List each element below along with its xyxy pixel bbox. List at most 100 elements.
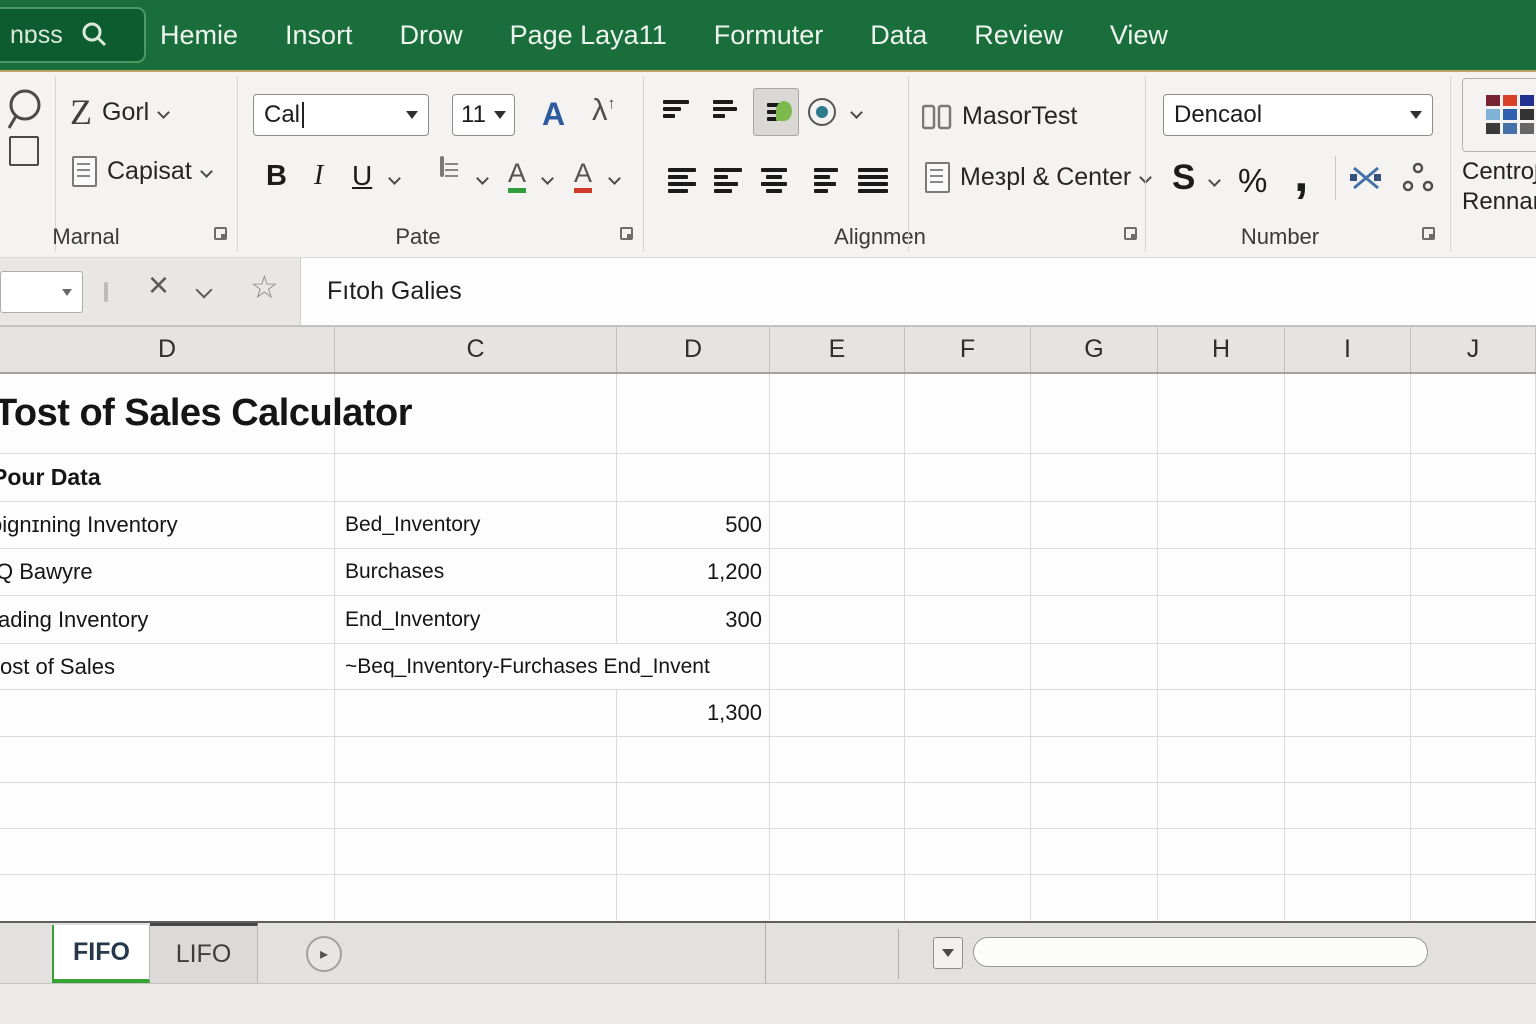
indent-icon[interactable]	[814, 168, 838, 193]
tab-draw[interactable]: Drow	[400, 20, 463, 51]
cell[interactable]	[0, 875, 335, 921]
search-box[interactable]: nɒss	[0, 7, 146, 63]
horizontal-scrollbar[interactable]	[973, 937, 1428, 967]
cell[interactable]	[335, 454, 617, 501]
cell[interactable]: End_Inventory	[335, 596, 617, 643]
font-name-select[interactable]: Cal	[253, 94, 429, 136]
cell[interactable]	[1158, 502, 1285, 548]
column-header-6[interactable]: H	[1158, 327, 1285, 372]
cell[interactable]	[770, 875, 905, 921]
sheet-tab-fifo[interactable]: FIFO	[52, 925, 150, 983]
cell[interactable]: 1,300	[617, 690, 770, 736]
decrease-decimal-icon[interactable]	[1400, 160, 1436, 196]
cell[interactable]	[617, 829, 770, 874]
orientation-icon[interactable]	[808, 98, 836, 126]
fill-color-button[interactable]: A	[508, 160, 527, 193]
align-top-icon[interactable]	[663, 100, 689, 118]
cell[interactable]	[770, 783, 905, 828]
magnifier-icon[interactable]	[6, 86, 50, 132]
column-header-2[interactable]: D	[617, 327, 770, 372]
cell[interactable]: ost of Sales	[0, 644, 335, 689]
cell[interactable]	[905, 690, 1031, 736]
cell[interactable]	[770, 829, 905, 874]
cell[interactable]	[905, 374, 1031, 453]
cell[interactable]	[1158, 454, 1285, 501]
chevron-down-icon[interactable]	[388, 172, 401, 185]
underline-button[interactable]: U	[352, 160, 372, 192]
cell[interactable]: Q Bawyre	[0, 549, 335, 595]
cell[interactable]	[1285, 875, 1411, 921]
insert-function-button[interactable]: ☆	[250, 268, 279, 306]
cell[interactable]	[1285, 454, 1411, 501]
cell[interactable]	[1158, 644, 1285, 689]
font-size-select[interactable]: 11	[452, 94, 515, 136]
cell[interactable]	[1285, 829, 1411, 874]
chevron-down-icon[interactable]	[608, 172, 621, 185]
chevron-down-icon[interactable]	[476, 172, 489, 185]
formula-input[interactable]: Fıtoh Galies	[300, 258, 1536, 325]
sheet-tab-lifo[interactable]: LIFO	[150, 923, 258, 983]
cell[interactable]	[1411, 783, 1536, 828]
tab-formulas[interactable]: Formuter	[714, 20, 824, 51]
cell[interactable]	[617, 737, 770, 782]
increase-decimal-icon[interactable]	[1348, 160, 1384, 196]
cell[interactable]	[1158, 829, 1285, 874]
align-left2-icon[interactable]	[714, 168, 742, 193]
cell[interactable]	[1031, 644, 1158, 689]
align-middle-icon[interactable]	[713, 100, 737, 118]
chevron-down-icon[interactable]	[1208, 174, 1221, 187]
cell[interactable]	[335, 690, 617, 736]
cell[interactable]	[770, 454, 905, 501]
number-format-select[interactable]: Dencaol	[1163, 94, 1433, 136]
cell[interactable]	[1158, 783, 1285, 828]
cell[interactable]	[905, 596, 1031, 643]
cell[interactable]	[335, 783, 617, 828]
paste-button[interactable]: Capisat	[72, 156, 213, 187]
column-header-5[interactable]: G	[1031, 327, 1158, 372]
column-header-3[interactable]: E	[770, 327, 905, 372]
tab-review[interactable]: Review	[974, 20, 1063, 51]
cell[interactable]	[1411, 596, 1536, 643]
tab-home[interactable]: Hemie	[160, 20, 238, 51]
cell[interactable]	[1158, 374, 1285, 453]
cell[interactable]	[1031, 502, 1158, 548]
cell[interactable]: 1,200	[617, 549, 770, 595]
conditional-formatting-button[interactable]	[1462, 78, 1536, 152]
cell[interactable]: 500	[617, 502, 770, 548]
cell[interactable]	[770, 596, 905, 643]
cell[interactable]	[1285, 690, 1411, 736]
cell[interactable]	[1411, 502, 1536, 548]
cell[interactable]	[1158, 596, 1285, 643]
cell[interactable]: oignɪning Inventory	[0, 502, 335, 548]
cell[interactable]	[0, 737, 335, 782]
font-dialog-launcher[interactable]	[620, 227, 633, 240]
cell[interactable]: Tost of Sales Calculator	[0, 374, 413, 453]
cell[interactable]	[1158, 737, 1285, 782]
cell[interactable]	[1158, 549, 1285, 595]
merge-center-button[interactable]: Meзpl & Center	[925, 162, 1153, 193]
cell[interactable]	[1411, 454, 1536, 501]
cell[interactable]	[1031, 783, 1158, 828]
cell[interactable]	[905, 454, 1031, 501]
chevron-down-icon[interactable]	[541, 172, 554, 185]
cell[interactable]	[1285, 502, 1411, 548]
cell[interactable]	[1031, 690, 1158, 736]
cell[interactable]	[0, 829, 335, 874]
master-test-button[interactable]: MasorTest	[922, 102, 1077, 131]
cell[interactable]	[335, 737, 617, 782]
select-tool-icon[interactable]	[9, 136, 39, 166]
font-color-button[interactable]: A	[574, 160, 593, 193]
chevron-down-icon[interactable]	[850, 106, 863, 119]
cell[interactable]	[1285, 644, 1411, 689]
italic-button[interactable]: I	[314, 160, 323, 192]
cell[interactable]	[1031, 454, 1158, 501]
cell[interactable]	[1285, 549, 1411, 595]
cell[interactable]: ading Inventory	[0, 596, 335, 643]
tab-insert[interactable]: Insort	[285, 20, 353, 51]
column-header-4[interactable]: F	[905, 327, 1031, 372]
cell[interactable]	[617, 454, 770, 501]
tab-page-layout[interactable]: Page Laya11	[510, 20, 667, 51]
cell[interactable]: Pour Data	[0, 454, 335, 501]
cell[interactable]	[617, 783, 770, 828]
formula-bar-grip[interactable]	[104, 282, 108, 302]
